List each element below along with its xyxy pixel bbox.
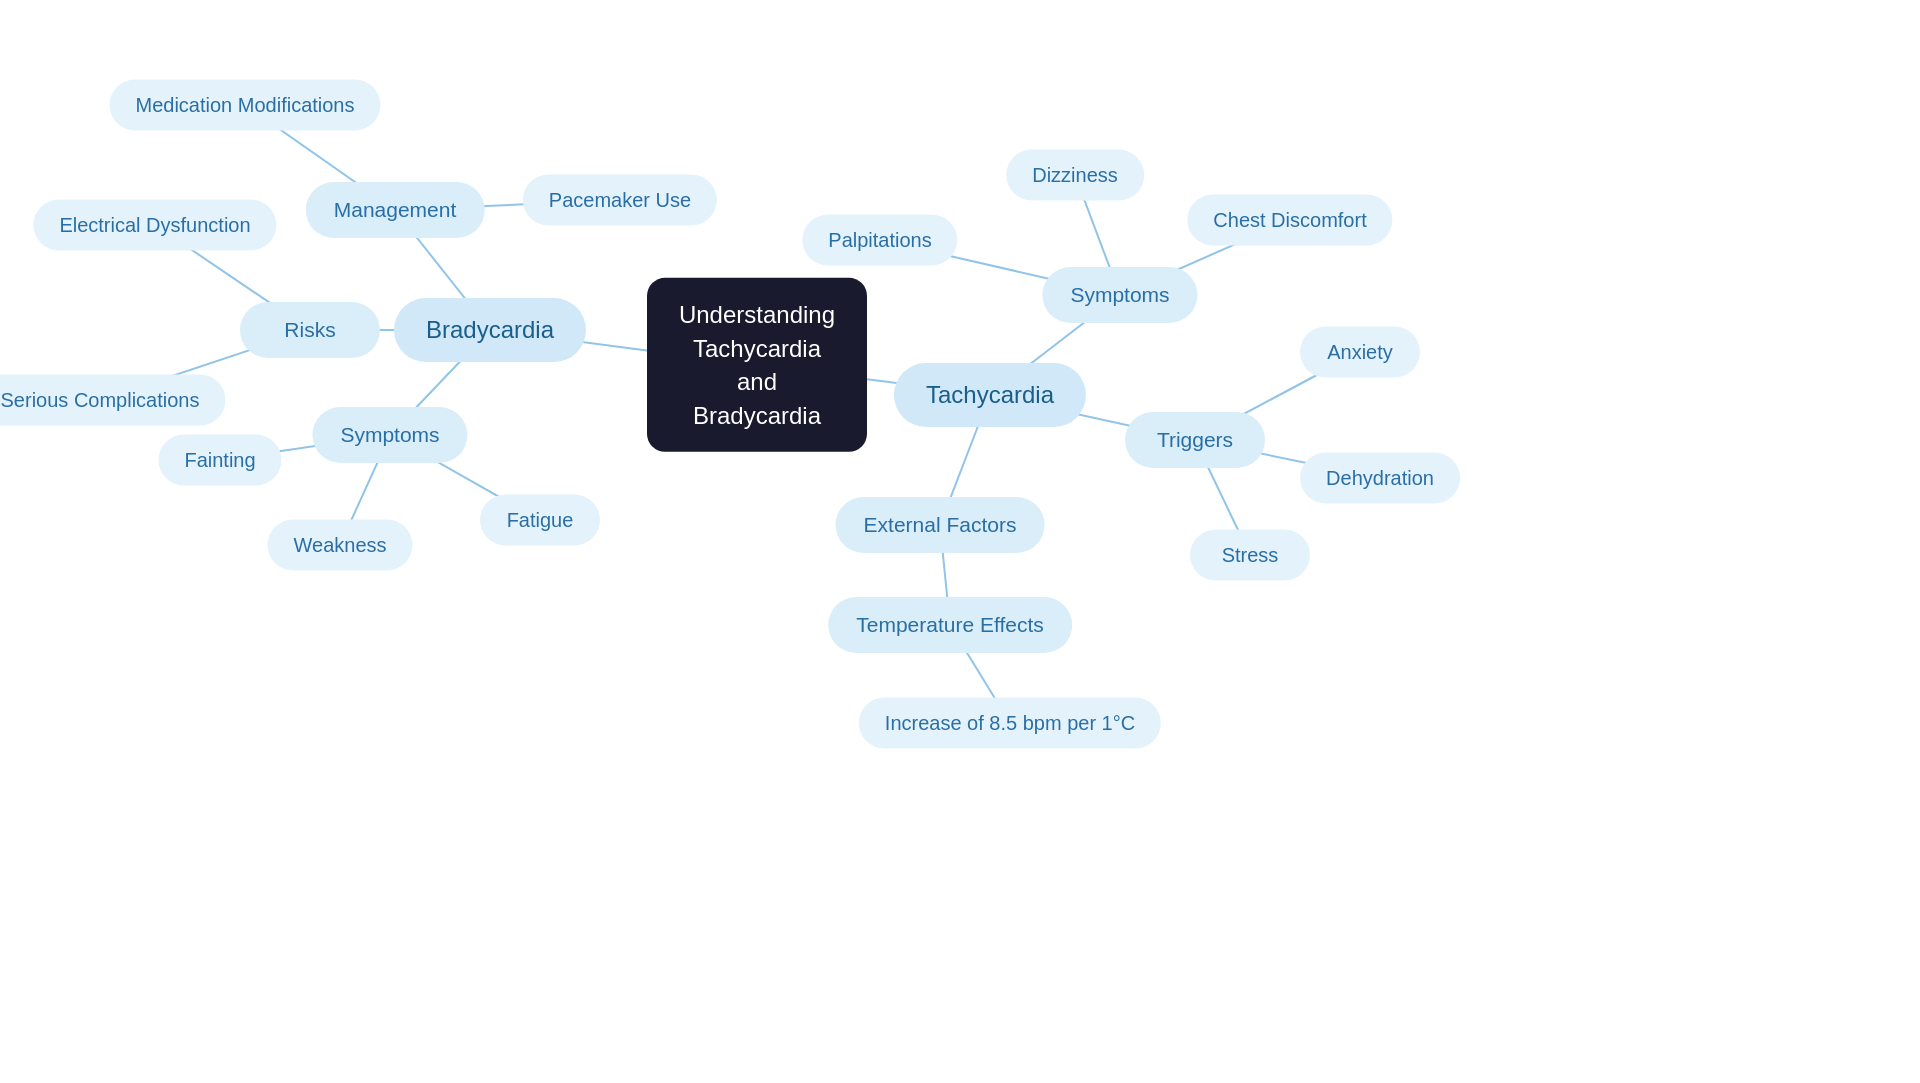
node-chest[interactable]: Chest Discomfort <box>1187 195 1392 246</box>
node-external[interactable]: External Factors <box>836 497 1045 553</box>
node-dizziness[interactable]: Dizziness <box>1006 150 1144 201</box>
node-increase_bpm[interactable]: Increase of 8.5 bpm per 1°C <box>859 698 1161 749</box>
node-fainting[interactable]: Fainting <box>158 435 281 486</box>
node-dehydration[interactable]: Dehydration <box>1300 453 1460 504</box>
node-triggers[interactable]: Triggers <box>1125 412 1265 468</box>
node-fatigue[interactable]: Fatigue <box>480 495 600 546</box>
node-anxiety[interactable]: Anxiety <box>1300 327 1420 378</box>
node-palpitations[interactable]: Palpitations <box>802 215 957 266</box>
node-bradycardia[interactable]: Bradycardia <box>394 298 586 362</box>
node-symptoms_tachy[interactable]: Symptoms <box>1042 267 1197 323</box>
node-symptoms_brady[interactable]: Symptoms <box>312 407 467 463</box>
node-pacemaker[interactable]: Pacemaker Use <box>523 175 717 226</box>
node-serious[interactable]: Serious Complications <box>0 375 225 426</box>
node-stress[interactable]: Stress <box>1190 530 1310 581</box>
node-risks[interactable]: Risks <box>240 302 380 358</box>
node-weakness[interactable]: Weakness <box>267 520 412 571</box>
node-management[interactable]: Management <box>306 182 485 238</box>
node-medication_mod[interactable]: Medication Modifications <box>110 80 381 131</box>
node-tachycardia[interactable]: Tachycardia <box>894 363 1086 427</box>
node-electrical[interactable]: Electrical Dysfunction <box>33 200 276 251</box>
mind-map: Understanding Tachycardia and Bradycardi… <box>0 0 1920 1083</box>
node-center[interactable]: Understanding Tachycardia and Bradycardi… <box>647 278 867 452</box>
node-temp_effects[interactable]: Temperature Effects <box>828 597 1072 653</box>
